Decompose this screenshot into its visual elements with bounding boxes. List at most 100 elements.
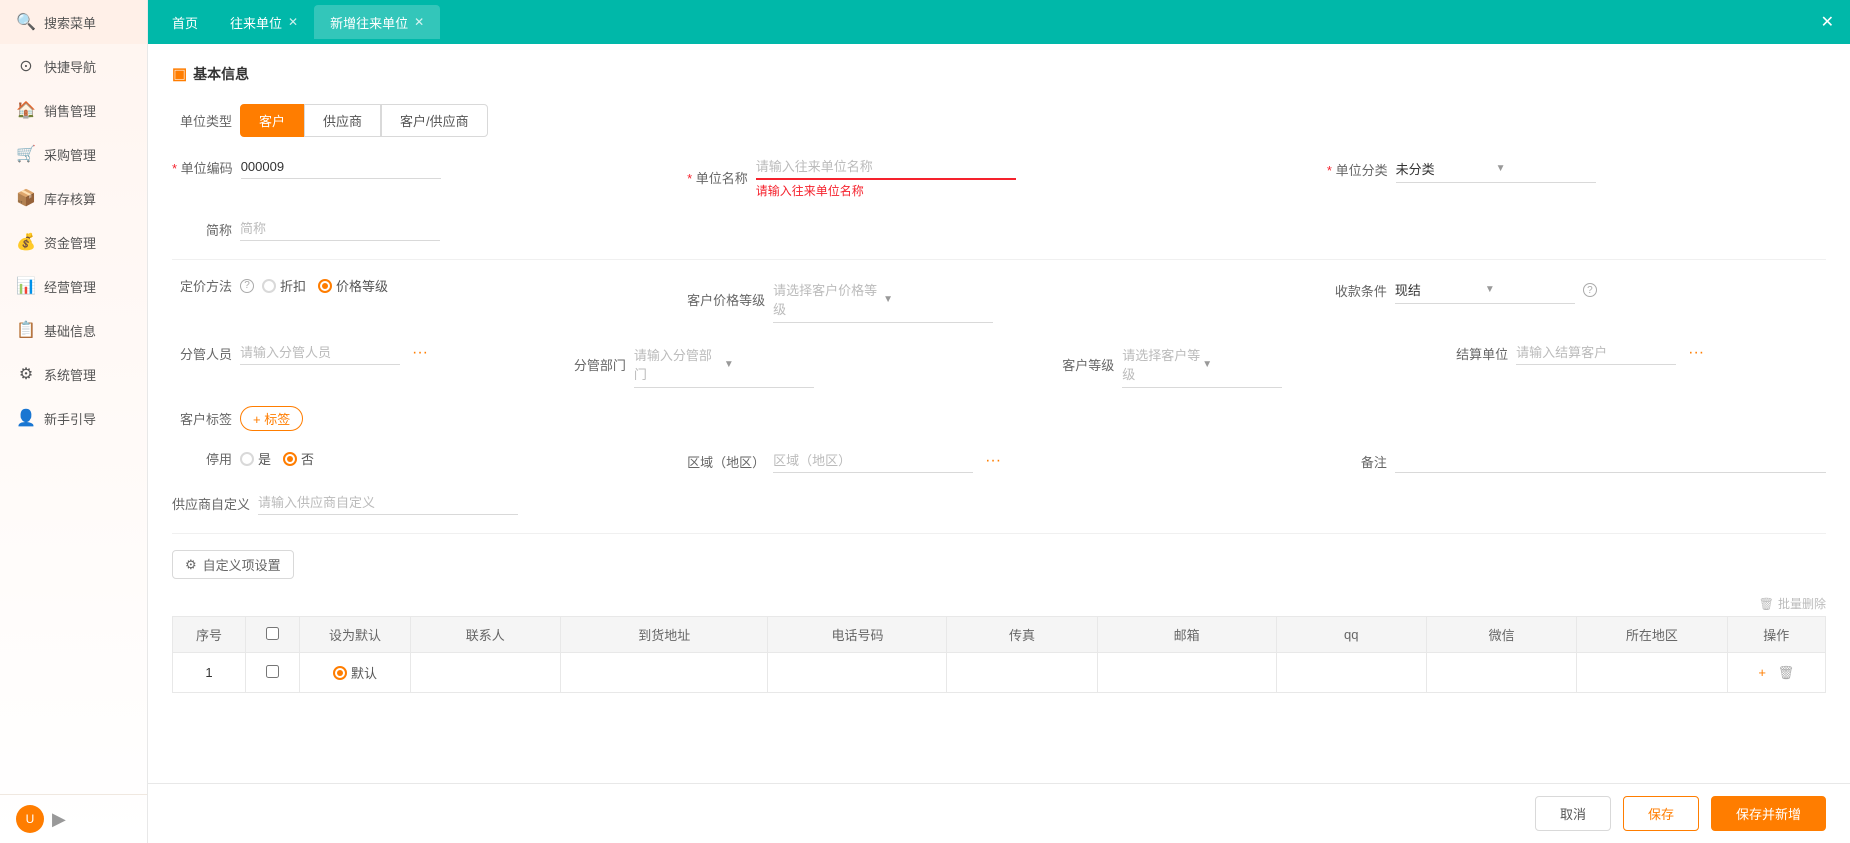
short-name-row: 简称: [172, 217, 1826, 241]
col-index: 序号: [173, 617, 246, 653]
sidebar-item-guide[interactable]: 👤 新手引导: [0, 396, 147, 440]
department-label: 分管部门: [566, 355, 626, 374]
radio-yes[interactable]: 是: [240, 449, 271, 468]
pricing-help-icon[interactable]: ?: [240, 279, 254, 293]
payment-terms-select[interactable]: 现结 ▼: [1395, 276, 1575, 304]
section-icon: ▣: [172, 64, 187, 84]
region-input[interactable]: [773, 449, 973, 473]
avatar[interactable]: U: [16, 805, 44, 833]
wechat-input[interactable]: [1462, 661, 1542, 684]
add-tag-btn[interactable]: + 标签: [240, 406, 303, 431]
add-row-btn[interactable]: +: [1758, 665, 1766, 680]
unit-code-row: 单位编码 单位名称 请输入往来单位名称 单位分类 未分类 ▼: [172, 155, 1826, 199]
sidebar-item-purchase[interactable]: 🛒 采购管理: [0, 132, 147, 176]
custom-settings-btn[interactable]: ⚙ 自定义项设置: [172, 550, 294, 579]
settlement-unit-label: 结算单位: [1448, 344, 1508, 363]
tab-contacts-close[interactable]: ✕: [288, 15, 298, 29]
row-default: 默认: [300, 653, 410, 693]
type-btn-customer[interactable]: 客户: [240, 104, 304, 137]
region-field: 区域（地区） ···: [687, 449, 1311, 473]
row-checkbox: [246, 653, 300, 693]
customer-price-select[interactable]: 请选择客户价格等级 ▼: [773, 276, 993, 323]
radio-price-level-circle: [318, 279, 332, 293]
close-all-tabs[interactable]: ✕: [1813, 12, 1842, 32]
row-actions: + 🗑: [1727, 653, 1825, 693]
col-wechat: 微信: [1426, 617, 1576, 653]
settlement-unit-input[interactable]: [1516, 341, 1676, 365]
supplier-custom-label: 供应商自定义: [172, 494, 250, 513]
row-email[interactable]: [1097, 653, 1276, 693]
row-default-radio[interactable]: 默认: [312, 663, 397, 682]
type-btn-both[interactable]: 客户/供应商: [381, 104, 488, 137]
unit-code-input[interactable]: [241, 155, 441, 179]
sidebar-item-inventory[interactable]: 📦 库存核算: [0, 176, 147, 220]
tab-new-contact[interactable]: 新增往来单位 ✕: [314, 5, 440, 39]
tab-home[interactable]: 首页: [156, 13, 214, 32]
radio-price-level[interactable]: 价格等级: [318, 276, 388, 295]
radio-discount[interactable]: 折扣: [262, 276, 306, 295]
row-fax[interactable]: [947, 653, 1097, 693]
unit-type-row: 单位类型 客户 供应商 客户/供应商: [172, 104, 1826, 137]
tabs-bar: 首页 往来单位 ✕ 新增往来单位 ✕ ✕: [148, 0, 1850, 44]
batch-delete-area[interactable]: 🗑 批量删除: [172, 595, 1826, 612]
guide-icon: 👤: [16, 408, 36, 428]
sidebar-item-system[interactable]: ⚙ 系统管理: [0, 352, 147, 396]
col-address: 到货地址: [560, 617, 768, 653]
sidebar-item-basic[interactable]: 📋 基础信息: [0, 308, 147, 352]
email-input[interactable]: [1137, 661, 1237, 684]
sidebar-item-shortcut[interactable]: ⊙ 快捷导航: [0, 44, 147, 88]
row-qq[interactable]: [1276, 653, 1426, 693]
row-wechat[interactable]: [1426, 653, 1576, 693]
manager-row: 分管人员 ··· 分管部门 请输入分管部门 ▼ 客户等级 请选择客户等级 ▼ 结…: [172, 341, 1826, 388]
row-contact-name[interactable]: [410, 653, 560, 693]
tab-contacts[interactable]: 往来单位 ✕: [214, 5, 314, 39]
region-more-btn[interactable]: ···: [981, 452, 1005, 470]
cancel-button[interactable]: 取消: [1535, 796, 1611, 831]
radio-no[interactable]: 否: [283, 449, 314, 468]
save-button[interactable]: 保存: [1623, 796, 1699, 831]
sidebar-item-search[interactable]: 🔍 搜索菜单: [0, 0, 147, 44]
type-btn-supplier[interactable]: 供应商: [304, 104, 381, 137]
sidebar-item-operations[interactable]: 📊 经营管理: [0, 264, 147, 308]
tab-new-contact-close[interactable]: ✕: [414, 15, 424, 29]
phone-input[interactable]: [807, 661, 907, 684]
fax-input[interactable]: [982, 661, 1062, 684]
unit-category-select[interactable]: 未分类 ▼: [1396, 155, 1596, 183]
customer-price-label: 客户价格等级: [687, 290, 765, 309]
delete-row-btn[interactable]: 🗑: [1778, 665, 1795, 680]
sidebar-item-sales[interactable]: 🏠 销售管理: [0, 88, 147, 132]
customer-level-select[interactable]: 请选择客户等级 ▼: [1122, 341, 1282, 388]
supplier-custom-field: 供应商自定义: [172, 491, 1826, 515]
manager-more-btn[interactable]: ···: [408, 344, 432, 362]
col-default: 设为默认: [300, 617, 410, 653]
select-all-checkbox[interactable]: [266, 627, 279, 640]
region-label: 区域（地区）: [687, 452, 765, 471]
contact-name-input[interactable]: [445, 661, 525, 684]
payment-help-icon[interactable]: ?: [1583, 283, 1597, 297]
unit-name-error: 请输入往来单位名称: [756, 182, 1311, 199]
short-name-input[interactable]: [240, 217, 440, 241]
row-select-checkbox[interactable]: [266, 665, 279, 678]
settlement-more-btn[interactable]: ···: [1684, 344, 1708, 362]
unit-name-input[interactable]: [756, 155, 1016, 180]
department-select[interactable]: 请输入分管部门 ▼: [634, 341, 814, 388]
department-field: 分管部门 请输入分管部门 ▼: [566, 341, 1038, 388]
remarks-input[interactable]: [1395, 449, 1826, 473]
save-and-new-button[interactable]: 保存并新增: [1711, 796, 1826, 831]
manager-input[interactable]: [240, 341, 400, 365]
disabled-row: 停用 是 否 区域（地区） ··· 备注: [172, 449, 1826, 473]
unit-name-label: 单位名称: [687, 168, 748, 187]
table-row: 1 默认: [173, 653, 1826, 693]
expand-icon[interactable]: ▶: [52, 809, 66, 830]
row-region-input[interactable]: [1612, 661, 1692, 684]
address-input[interactable]: [604, 661, 724, 684]
remarks-label: 备注: [1327, 452, 1387, 471]
supplier-custom-input[interactable]: [258, 491, 518, 515]
col-email: 邮箱: [1097, 617, 1276, 653]
row-address[interactable]: [560, 653, 768, 693]
row-phone[interactable]: [768, 653, 947, 693]
sidebar-item-finance[interactable]: 💰 资金管理: [0, 220, 147, 264]
qq-input[interactable]: [1311, 661, 1391, 684]
category-chevron: ▼: [1496, 163, 1596, 174]
row-region[interactable]: [1577, 653, 1727, 693]
